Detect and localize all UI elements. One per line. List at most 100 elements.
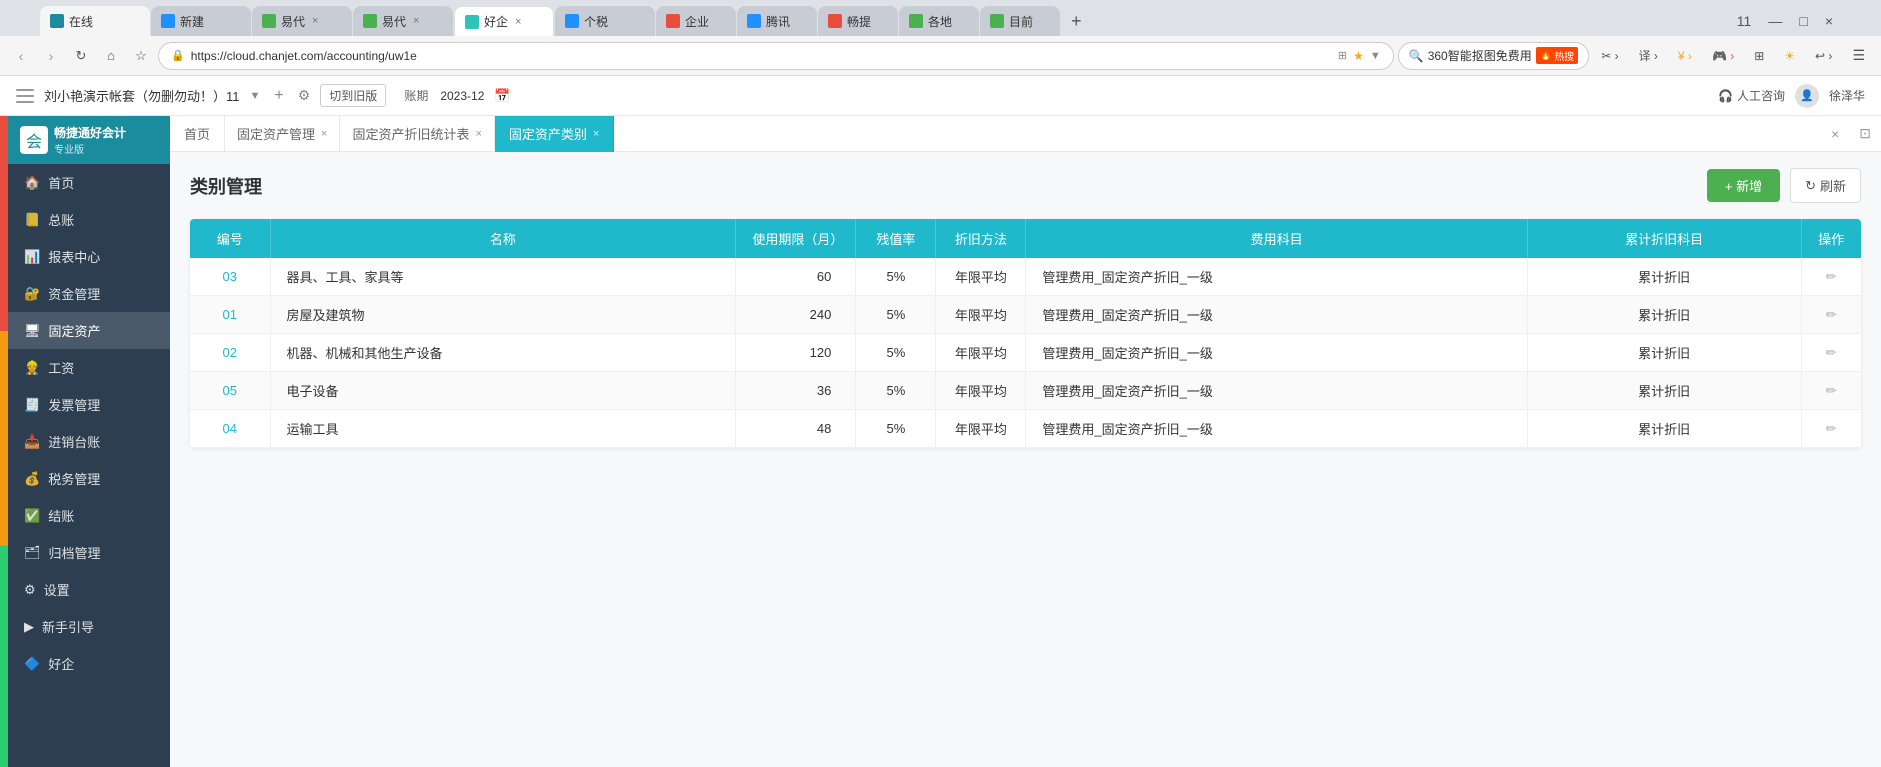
- cell-residual: 5%: [856, 258, 936, 296]
- nav-bar: ‹ › ↻ ⌂ ☆ 🔒 https://cloud.chanjet.com/ac…: [0, 36, 1881, 76]
- col-method: 折旧方法: [936, 219, 1026, 258]
- tab-close-3[interactable]: ×: [312, 15, 318, 27]
- sidebar-item-settings[interactable]: ⚙ 设置: [8, 571, 170, 608]
- cell-accum: 累计折旧: [1527, 258, 1801, 296]
- period-label: 账期: [404, 87, 428, 104]
- tab-label: 在线: [69, 13, 93, 30]
- sidebar-item-archive[interactable]: 🗂 归档管理: [8, 534, 170, 571]
- sidebar-item-ledger[interactable]: 📒 总账: [8, 201, 170, 238]
- coin-btn[interactable]: ¥ ›: [1670, 49, 1700, 63]
- tab-close-5[interactable]: ×: [515, 16, 521, 28]
- sidebar-item-close-period[interactable]: ✅ 结账: [8, 497, 170, 534]
- nav-home[interactable]: ⌂: [98, 43, 124, 69]
- browser-tab-active[interactable]: 在线: [40, 6, 150, 36]
- cell-method: 年限平均: [936, 258, 1026, 296]
- logo-subtitle: 专业版: [54, 141, 126, 156]
- cell-accum: 累计折旧: [1527, 372, 1801, 410]
- undo-btn[interactable]: ↩ ›: [1807, 49, 1840, 63]
- cell-name: 电子设备: [270, 372, 736, 410]
- tab-close-fa-mgmt[interactable]: ×: [321, 128, 327, 140]
- cell-code: 04: [190, 410, 270, 448]
- add-account-btn[interactable]: +: [270, 87, 287, 105]
- tab-close-fa-category[interactable]: ×: [593, 128, 599, 140]
- window-maximize[interactable]: □: [1791, 6, 1815, 36]
- sidebar-item-guide[interactable]: ▶ 新手引导: [8, 608, 170, 645]
- sidebar-item-more[interactable]: 🔷 好企: [8, 645, 170, 682]
- nav-forward[interactable]: ›: [38, 43, 64, 69]
- user-dropdown-icon[interactable]: ▼: [250, 90, 261, 102]
- bookmark-star-icon[interactable]: ★: [1353, 49, 1364, 63]
- tab-fa-category-active[interactable]: 固定资产类别 ×: [495, 116, 614, 152]
- panel-expand-btn[interactable]: ⊡: [1849, 125, 1881, 142]
- cell-period: 60: [736, 258, 856, 296]
- tab-new-button[interactable]: +: [1061, 6, 1092, 36]
- browser-tab-6[interactable]: 个税: [555, 6, 655, 36]
- cell-action[interactable]: ✏: [1801, 258, 1861, 296]
- browser-tab-2[interactable]: 新建: [151, 6, 251, 36]
- sidebar-item-payroll[interactable]: 👷 工资: [8, 349, 170, 386]
- ledger-icon: 📒: [24, 212, 40, 228]
- content-area: 首页 固定资产管理 × 固定资产折旧统计表 × 固定资产类别 ×: [170, 116, 1881, 767]
- sidebar-toggle[interactable]: [16, 87, 34, 105]
- nav-refresh[interactable]: ↻: [68, 43, 94, 69]
- cell-action[interactable]: ✏: [1801, 296, 1861, 334]
- cell-action[interactable]: ✏: [1801, 410, 1861, 448]
- nav-bookmark[interactable]: ☆: [128, 43, 154, 69]
- browser-tab-4[interactable]: 易代 ×: [353, 6, 453, 36]
- tab-fa-depreciation[interactable]: 固定资产折旧统计表 ×: [340, 116, 494, 152]
- game-btn[interactable]: 🎮 ›: [1704, 49, 1742, 63]
- tab-fa-mgmt[interactable]: 固定资产管理 ×: [225, 116, 340, 152]
- browser-tab-8[interactable]: 腾讯: [737, 6, 817, 36]
- window-close[interactable]: ×: [1817, 6, 1841, 36]
- refresh-btn[interactable]: ↻ 刷新: [1790, 168, 1861, 203]
- more-icon: 🔷: [24, 656, 40, 672]
- cell-residual: 5%: [856, 372, 936, 410]
- sidebar-item-reports[interactable]: 📊 报表中心: [8, 238, 170, 275]
- sidebar-item-purchase[interactable]: 📥 进销台账: [8, 423, 170, 460]
- cut-icon-btn[interactable]: ✂ ›: [1593, 49, 1626, 63]
- cell-action[interactable]: ✏: [1801, 372, 1861, 410]
- address-bar[interactable]: 🔒 https://cloud.chanjet.com/accounting/u…: [158, 42, 1394, 70]
- security-lock-icon: 🔒: [171, 49, 185, 62]
- sidebar-item-fixed-assets[interactable]: 🖥 固定资产: [8, 312, 170, 349]
- grid-btn[interactable]: ⊞: [1746, 49, 1772, 63]
- calendar-icon[interactable]: 📅: [494, 88, 510, 104]
- translate-btn[interactable]: 译 ›: [1631, 47, 1666, 64]
- browser-tab-9[interactable]: 畅提: [818, 6, 898, 36]
- sidebar-item-home[interactable]: 🏠 首页: [8, 164, 170, 201]
- user-avatar[interactable]: 👤: [1795, 84, 1819, 108]
- search-icon: 🔍: [1409, 49, 1424, 63]
- browser-tab-11[interactable]: 目前: [980, 6, 1060, 36]
- browser-tab-10[interactable]: 各地: [899, 6, 979, 36]
- tab-close-4[interactable]: ×: [413, 15, 419, 27]
- fund-icon: 🔐: [24, 286, 40, 302]
- browser-tab-5-active[interactable]: 好企 ×: [454, 6, 554, 36]
- reports-icon: 📊: [24, 249, 40, 265]
- window-minimize[interactable]: 11: [1729, 6, 1760, 36]
- help-btn[interactable]: 🎧 人工咨询: [1718, 87, 1785, 104]
- browser-tab-7[interactable]: 企业: [656, 6, 736, 36]
- window-restore[interactable]: —: [1760, 6, 1790, 36]
- sidebar-item-fund[interactable]: 🔐 资金管理: [8, 275, 170, 312]
- tab-home[interactable]: 首页: [170, 116, 225, 152]
- browser-tab-3[interactable]: 易代 ×: [252, 6, 352, 36]
- site-info-icon[interactable]: ⊞: [1338, 49, 1347, 62]
- col-residual: 残值率: [856, 219, 936, 258]
- settings-gear-icon[interactable]: ⚙: [298, 87, 311, 104]
- menu-btn[interactable]: ☰: [1844, 47, 1873, 64]
- content-body: 类别管理 + 新增 ↻ 刷新: [170, 152, 1881, 767]
- add-btn[interactable]: + 新增: [1707, 169, 1780, 202]
- address-dropdown-icon[interactable]: ▼: [1370, 50, 1381, 62]
- sidebar-item-tax[interactable]: 💰 税务管理: [8, 460, 170, 497]
- tab-close-fa-depreciation[interactable]: ×: [475, 128, 481, 140]
- cell-action[interactable]: ✏: [1801, 334, 1861, 372]
- nav-back[interactable]: ‹: [8, 43, 34, 69]
- panel-close-btn[interactable]: ×: [1821, 126, 1849, 142]
- logo-title: 畅捷通好会计: [54, 124, 126, 141]
- cell-code: 03: [190, 258, 270, 296]
- switch-old-version[interactable]: 切到旧版: [320, 84, 386, 107]
- col-period: 使用期限（月）: [736, 219, 856, 258]
- sidebar-item-invoice[interactable]: 🧾 发票管理: [8, 386, 170, 423]
- brightness-btn[interactable]: ☀: [1776, 49, 1803, 63]
- breadcrumb-tabs: 首页 固定资产管理 × 固定资产折旧统计表 × 固定资产类别 ×: [170, 116, 1881, 152]
